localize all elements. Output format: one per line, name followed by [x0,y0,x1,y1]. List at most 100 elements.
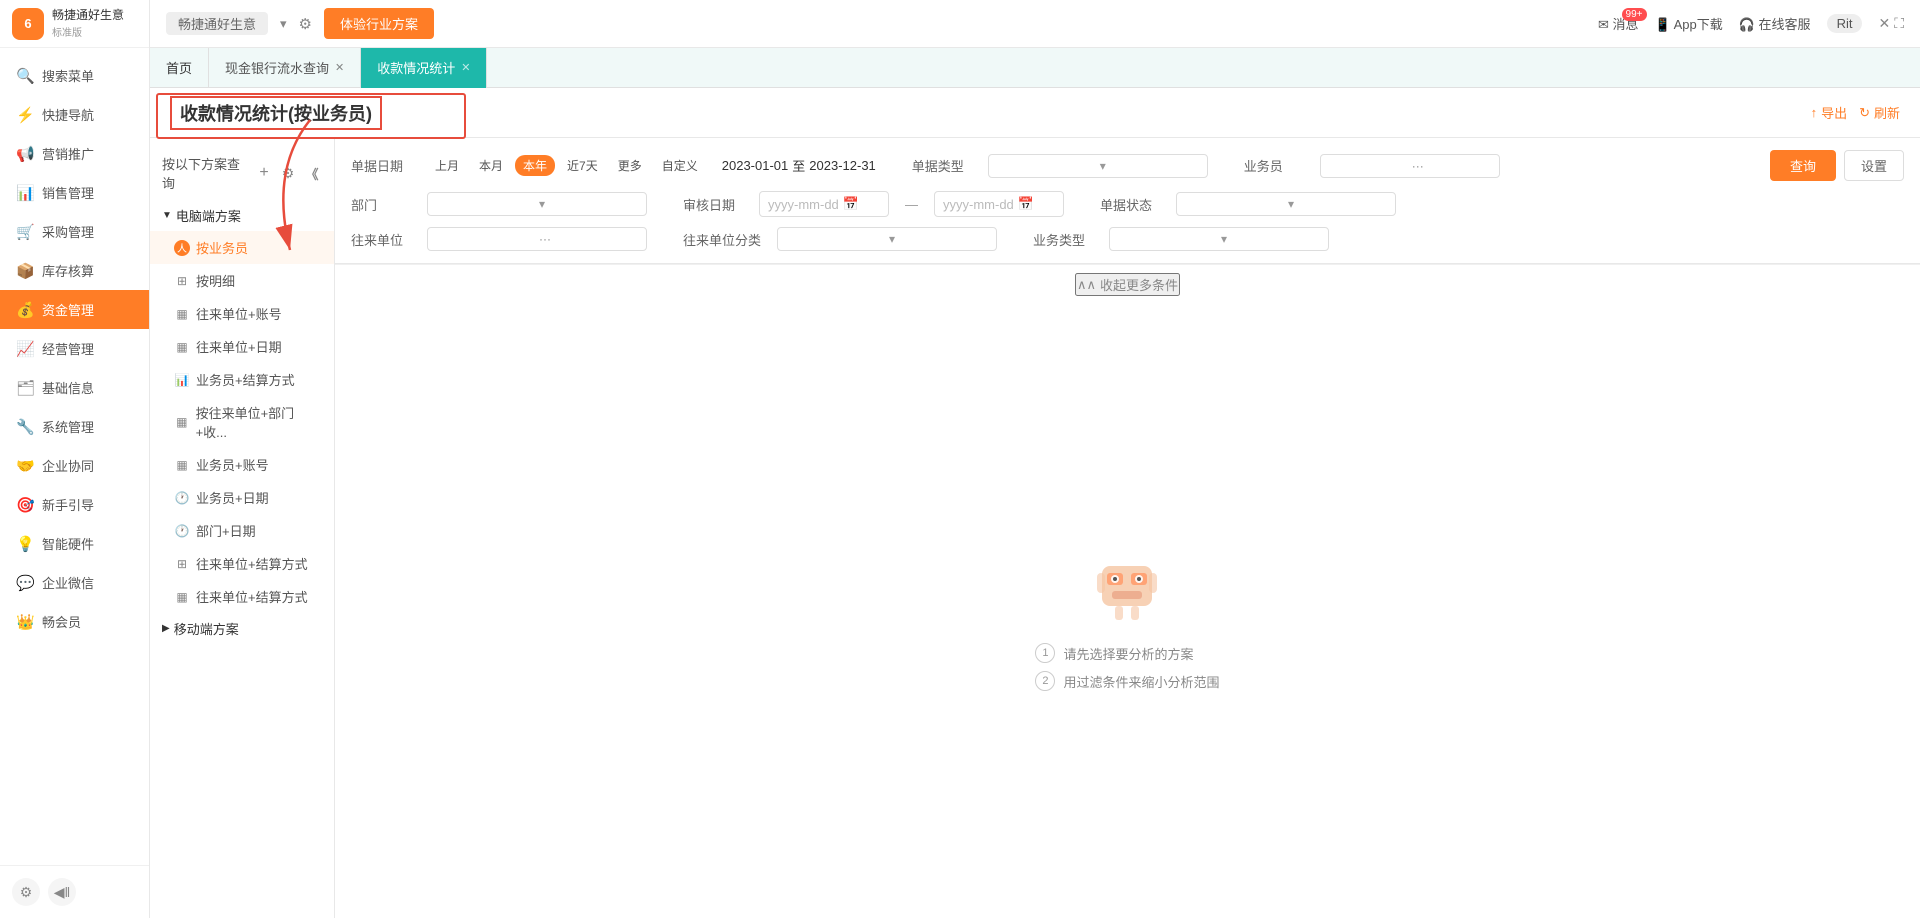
date-from: 2023-01-01 [722,158,789,173]
panel-item-label: 部门+日期 [196,521,256,540]
sidebar-item-label: 营销推广 [42,144,94,163]
window-close-btn[interactable]: ✕ [1878,15,1890,32]
panel-item-unit-date[interactable]: ▦ 往来单位+日期 [150,330,334,363]
topbar-dropdown-icon[interactable]: ▾ [280,16,287,32]
panel-add-btn[interactable]: + [254,163,274,183]
page-title: 收款情况统计(按业务员) [170,96,382,130]
sidebar-item-member[interactable]: 👑 畅会员 [0,602,149,641]
topbar-gear-icon[interactable]: ⚙ [299,15,312,33]
salesman-more[interactable]: ··· [1412,159,1491,173]
page-actions: ↑ 导出 ↻ 刷新 [1811,103,1900,122]
online-service[interactable]: 🎧 在线客服 [1739,14,1811,33]
sidebar-item-system[interactable]: 🔧 系统管理 [0,407,149,446]
panel-settings-icon[interactable]: ⚙ [278,163,298,183]
sidebar-item-quick-nav[interactable]: ⚡ 快捷导航 [0,95,149,134]
sidebar-item-marketing[interactable]: 📢 营销推广 [0,134,149,173]
panel-item-by-salesman[interactable]: 人 按业务员 [150,231,334,264]
unit-category-select[interactable]: ▾ [777,227,997,251]
basic-icon: 🗂 [16,379,34,397]
tab-bank[interactable]: 现金银行流水查询 ✕ [209,48,361,88]
setting-btn[interactable]: 设置 [1844,150,1904,181]
tab-bank-close[interactable]: ✕ [335,61,344,74]
calendar-icon2: 📅 [1018,196,1034,212]
panel-item-label: 按明细 [196,271,235,290]
panel-item-unit-dept-collect[interactable]: ▦ 按往来单位+部门+收... [150,396,334,448]
audit-to-input[interactable]: yyyy-mm-dd 📅 [934,191,1064,217]
panel-item-unit-settle1[interactable]: ⊞ 往来单位+结算方式 [150,547,334,580]
biz-type-select[interactable]: ▾ [1109,227,1329,251]
collapse-btn[interactable]: ∧∧ 收起更多条件 [1075,273,1180,296]
date-tab-7days[interactable]: 近7天 [559,155,606,176]
panel-item-by-detail[interactable]: ⊞ 按明细 [150,264,334,297]
app-name: 畅捷通好生意 [52,8,124,24]
sidebar-item-enterprise[interactable]: 🤝 企业协同 [0,446,149,485]
unit-more[interactable]: ··· [539,232,638,246]
sidebar-item-inventory[interactable]: 📦 库存核算 [0,251,149,290]
sidebar-item-sales[interactable]: 📊 销售管理 [0,173,149,212]
date-range: 2023-01-01 至 2023-12-31 [722,156,876,175]
audit-from-input[interactable]: yyyy-mm-dd 📅 [759,191,889,217]
panel-item-dept-date[interactable]: 🕐 部门+日期 [150,514,334,547]
sidebar-item-search[interactable]: 🔍 搜索菜单 [0,56,149,95]
wechat-icon: 💬 [16,574,34,592]
marketing-icon: 📢 [16,145,34,163]
window-maximize-btn[interactable]: ⛶ [1894,15,1904,32]
sidebar-item-label: 智能硬件 [42,534,94,553]
sidebar-item-smart-hw[interactable]: 💡 智能硬件 [0,524,149,563]
panel-item-salesman-date[interactable]: 🕐 业务员+日期 [150,481,334,514]
panel-item-salesman-settle[interactable]: 📊 业务员+结算方式 [150,363,334,396]
biz-type-label: 业务类型 [1033,230,1093,249]
tab-receipt[interactable]: 收款情况统计 ✕ [361,48,487,88]
unit-category-arrow: ▾ [889,232,988,246]
panel-item-salesman-account[interactable]: ▦ 业务员+账号 [150,448,334,481]
search-icon: 🔍 [16,67,34,85]
query-btn[interactable]: 查询 [1770,150,1836,181]
panel-section-mobile: ▶ 移动端方案 [150,613,334,644]
panel-section-desktop: ▼ 电脑端方案 人 按业务员 ⊞ 按明细 ▦ 往来单位+账号 [150,200,334,613]
date-tab-last-month[interactable]: 上月 [427,155,467,176]
topbar-app: 畅捷通好生意 [166,12,268,35]
topbar-msg[interactable]: ✉ 消息 99+ [1598,14,1639,33]
sidebar-item-operation[interactable]: 📈 经营管理 [0,329,149,368]
trial-btn[interactable]: 体验行业方案 [324,8,434,39]
panel-item-label: 业务员+账号 [196,455,269,474]
panel-item-unit-account[interactable]: ▦ 往来单位+账号 [150,297,334,330]
panel-item-unit-settle2[interactable]: ▦ 往来单位+结算方式 [150,580,334,613]
unit-account-icon: ▦ [174,306,190,322]
sidebar-item-wechat[interactable]: 💬 企业微信 [0,563,149,602]
sidebar-item-label: 销售管理 [42,183,94,202]
left-panel: 按以下方案查询 + ⚙ 《 ▼ 电脑端方案 人 按业务员 [150,138,335,918]
right-content: 单据日期 上月 本月 本年 近7天 更多 自定义 2023-01-01 至 [335,138,1920,918]
unit-select[interactable]: ··· [427,227,647,251]
date-tab-more[interactable]: 更多 [610,155,650,176]
topbar-user[interactable]: Rit [1827,14,1863,33]
sidebar-item-basic[interactable]: 🗂 基础信息 [0,368,149,407]
app-download[interactable]: 📱 App下载 [1655,14,1723,33]
audit-to-placeholder: yyyy-mm-dd [943,197,1014,212]
msg-badge: 99+ [1622,8,1647,21]
sidebar-nav: 🔍 搜索菜单 ⚡ 快捷导航 📢 营销推广 📊 销售管理 🛒 采购管理 📦 库存核… [0,48,149,865]
export-btn[interactable]: ↑ 导出 [1811,103,1848,122]
unit-settle2-icon: ▦ [174,589,190,605]
salesman-select[interactable]: ··· [1320,154,1500,178]
refresh-btn[interactable]: ↻ 刷新 [1859,103,1900,122]
sidebar-item-label: 快捷导航 [42,105,94,124]
dept-select[interactable]: ▾ [427,192,647,216]
step-num-1: 1 [1035,643,1055,663]
panel-section-desktop-header[interactable]: ▼ 电脑端方案 [150,200,334,231]
date-tab-this-year[interactable]: 本年 [515,155,555,176]
panel-collapse-btn[interactable]: 《 [302,163,322,183]
sidebar-settings-btn[interactable]: ⚙ [12,878,40,906]
doc-type-select[interactable]: ▾ [988,154,1208,178]
panel-section-mobile-header[interactable]: ▶ 移动端方案 [150,613,334,644]
sidebar-collapse-btn[interactable]: ◀‖ [48,878,76,906]
tab-home[interactable]: 首页 [150,48,209,88]
app-version: 标准版 [52,24,124,39]
date-tab-this-month[interactable]: 本月 [471,155,511,176]
tab-receipt-close[interactable]: ✕ [461,61,470,74]
doc-status-select[interactable]: ▾ [1176,192,1396,216]
sidebar-item-finance[interactable]: 💰 资金管理 [0,290,149,329]
sidebar-item-purchase[interactable]: 🛒 采购管理 [0,212,149,251]
sidebar-item-guide[interactable]: 🎯 新手引导 [0,485,149,524]
date-tab-custom[interactable]: 自定义 [654,155,706,176]
